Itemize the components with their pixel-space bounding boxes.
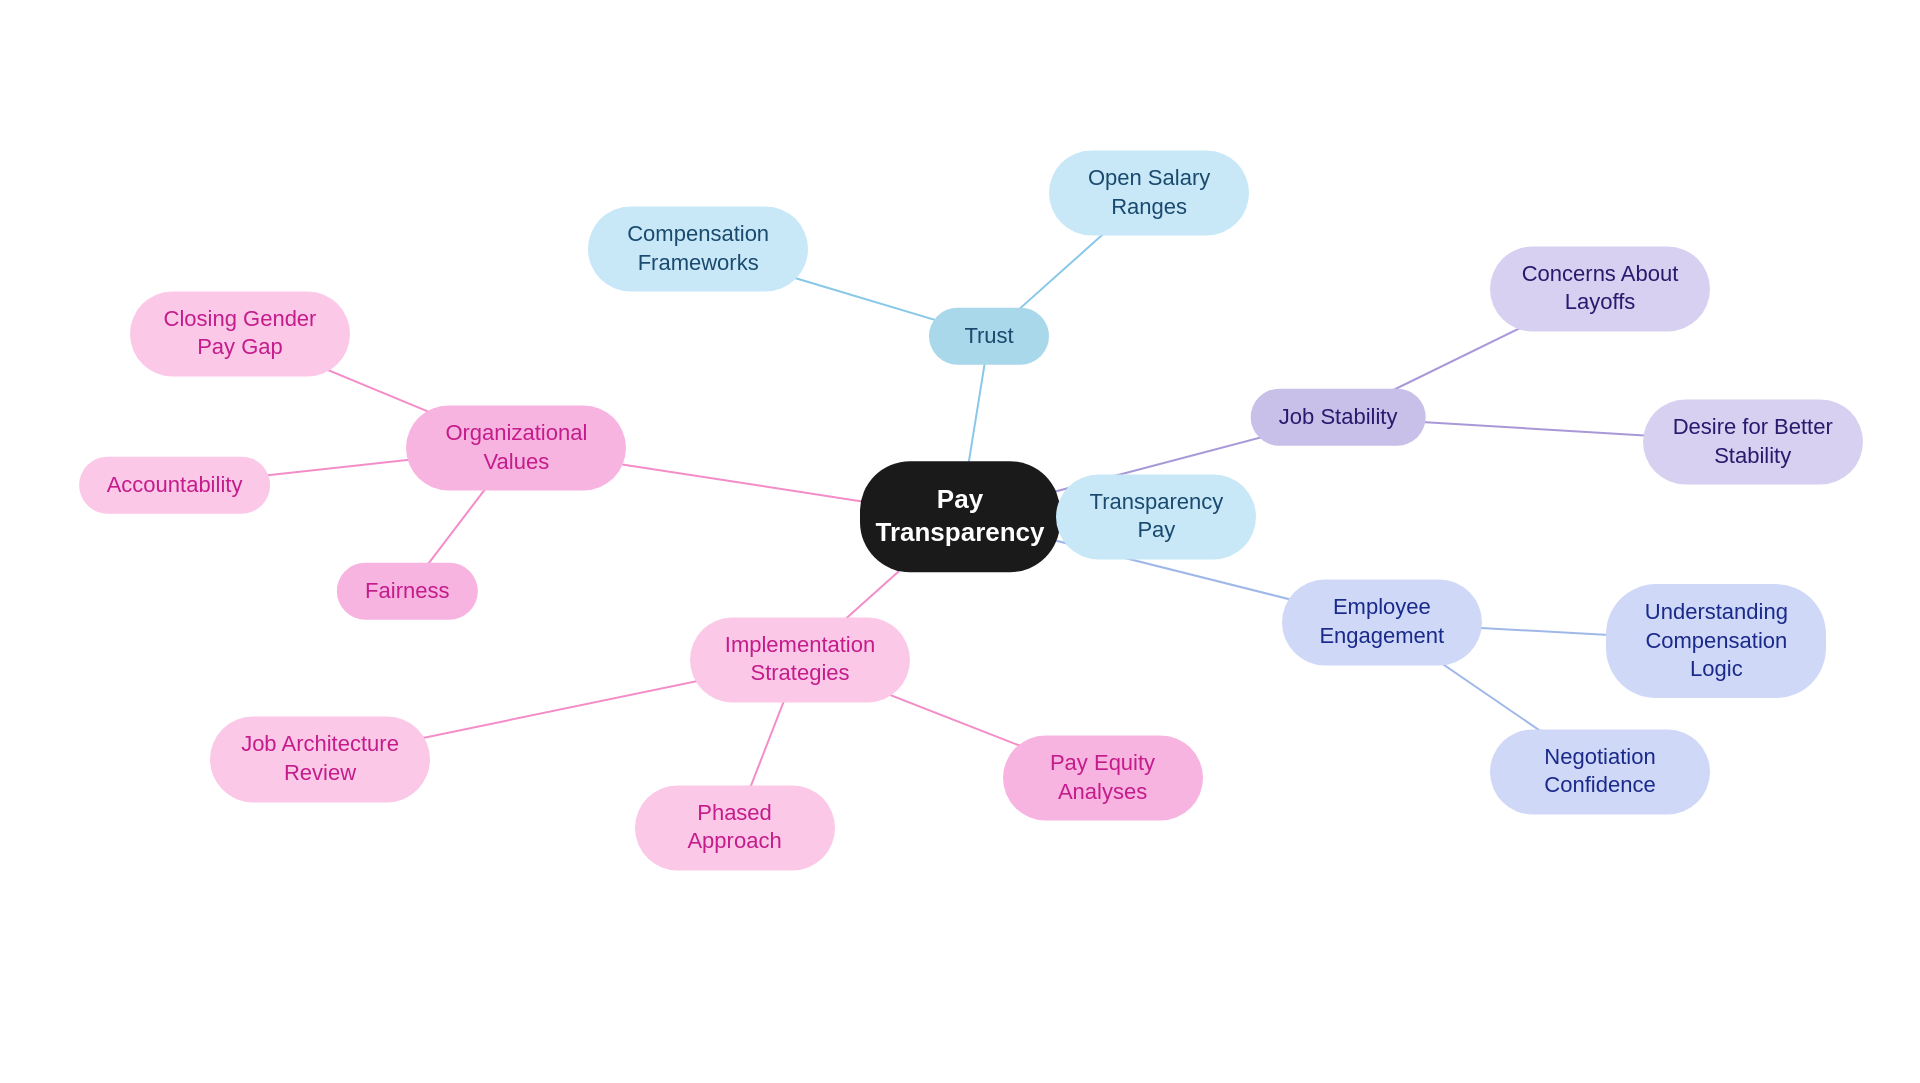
node-closing-gap: Closing Gender Pay Gap <box>130 291 350 376</box>
node-understanding-comp: Understanding Compensation Logic <box>1606 584 1826 698</box>
node-comp-frameworks: Compensation Frameworks <box>588 206 808 291</box>
node-trust: Trust <box>929 308 1049 365</box>
mind-map-container: Pay Transparency Trust Open Salary Ranges C… <box>0 0 1920 1083</box>
node-concerns-layoffs: Concerns About Layoffs <box>1490 246 1710 331</box>
node-emp-engagement: Employee Engagement <box>1282 580 1482 665</box>
node-desire-stability: Desire for Better Stability <box>1643 399 1863 484</box>
node-phased: Phased Approach <box>635 785 835 870</box>
node-impl-strategies: Implementation Strategies <box>690 617 910 702</box>
node-open-salary: Open Salary Ranges <box>1049 150 1249 235</box>
node-accountability: Accountability <box>79 457 271 514</box>
node-center: Pay Transparency <box>860 461 1060 573</box>
node-job-arch: Job Architecture Review <box>210 717 430 802</box>
node-pay-equity: Pay Equity Analyses <box>1003 735 1203 820</box>
node-job-stability: Job Stability <box>1251 389 1426 446</box>
node-fairness: Fairness <box>337 563 477 620</box>
node-transparency-pay: Transparency Pay <box>1056 474 1256 559</box>
node-org-values: Organizational Values <box>406 406 626 491</box>
node-neg-confidence: Negotiation Confidence <box>1490 729 1710 814</box>
